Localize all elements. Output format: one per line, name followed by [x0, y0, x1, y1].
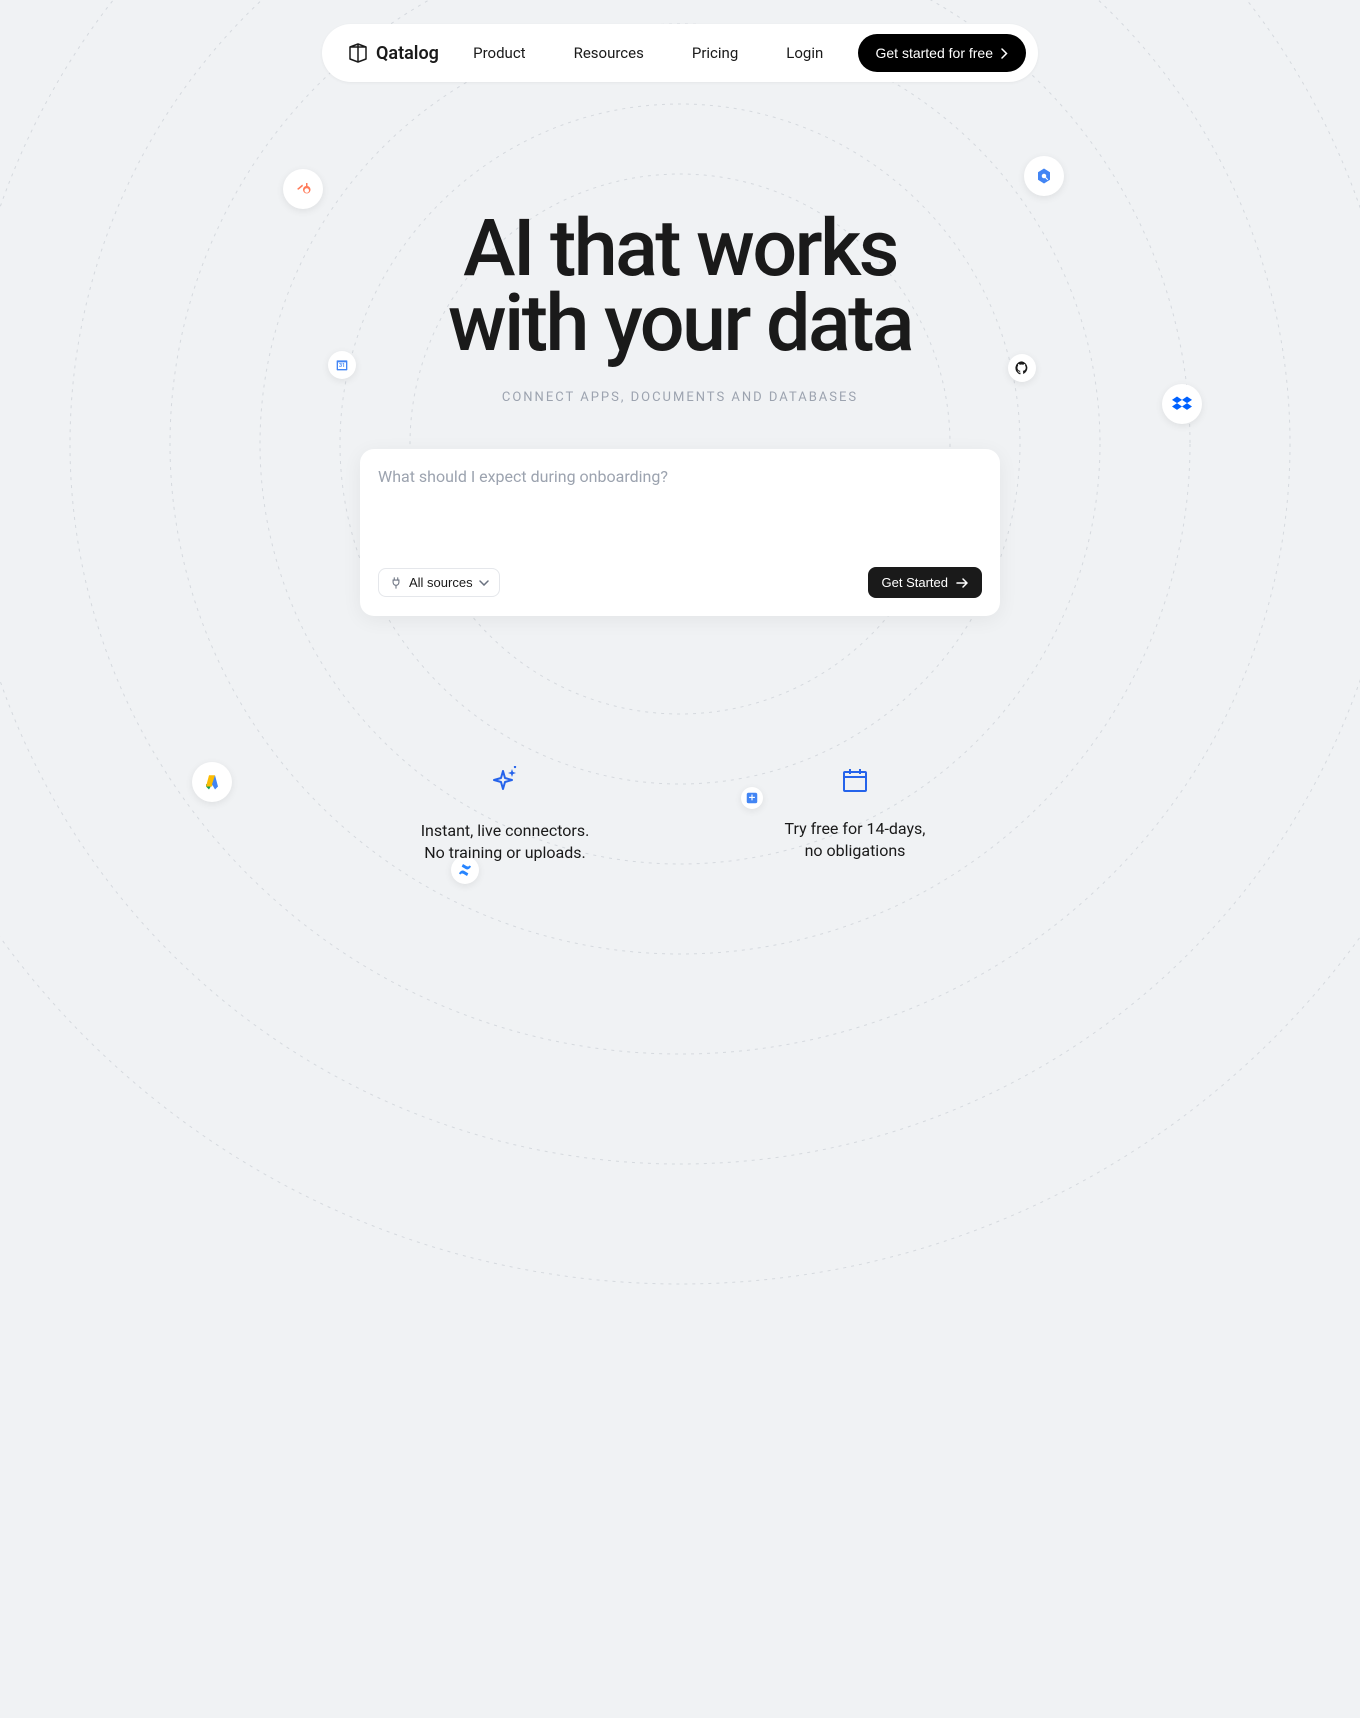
nav-links: Product Resources Pricing Login	[473, 44, 823, 62]
sources-dropdown[interactable]: All sources	[378, 568, 500, 597]
hero-subtitle: CONNECT APPS, DOCUMENTS AND DATABASES	[0, 390, 1360, 405]
arrow-right-icon	[956, 578, 968, 588]
hero-title-line2: with your data	[448, 278, 912, 370]
sparkle-icon	[395, 766, 615, 796]
feature-connectors: Instant, live connectors. No training or…	[395, 766, 615, 865]
nav-cta-label: Get started for free	[876, 45, 994, 61]
feature-text-1: Instant, live connectors. No training or…	[395, 820, 615, 865]
search-box: All sources Get Started	[360, 449, 1000, 616]
get-started-free-button[interactable]: Get started for free	[858, 34, 1027, 72]
sources-label: All sources	[409, 575, 473, 590]
feature-trial: Try free for 14-days, no obligations	[745, 766, 965, 865]
logo-text: Qatalog	[376, 43, 439, 64]
chevron-down-icon	[479, 580, 489, 586]
calendar-icon	[745, 766, 965, 794]
nav-link-pricing[interactable]: Pricing	[692, 44, 738, 62]
features: Instant, live connectors. No training or…	[0, 766, 1360, 865]
plug-icon	[389, 576, 403, 590]
nav-link-resources[interactable]: Resources	[574, 44, 644, 62]
hero: AI that works with your data CONNECT APP…	[0, 212, 1360, 405]
search-controls: All sources Get Started	[378, 567, 982, 598]
logo-icon	[346, 41, 370, 65]
chevron-right-icon	[1001, 48, 1008, 59]
get-started-button[interactable]: Get Started	[868, 567, 982, 598]
feature-text-2: Try free for 14-days, no obligations	[745, 818, 965, 863]
bigquery-icon	[1024, 156, 1064, 196]
nav-link-product[interactable]: Product	[473, 44, 525, 62]
hubspot-icon	[283, 169, 323, 209]
hero-title: AI that works with your data	[0, 212, 1360, 362]
main-nav: Qatalog Product Resources Pricing Login …	[322, 24, 1038, 82]
nav-link-login[interactable]: Login	[786, 44, 823, 62]
get-started-label: Get Started	[882, 575, 948, 590]
logo[interactable]: Qatalog	[346, 41, 439, 65]
search-input[interactable]	[378, 467, 982, 557]
